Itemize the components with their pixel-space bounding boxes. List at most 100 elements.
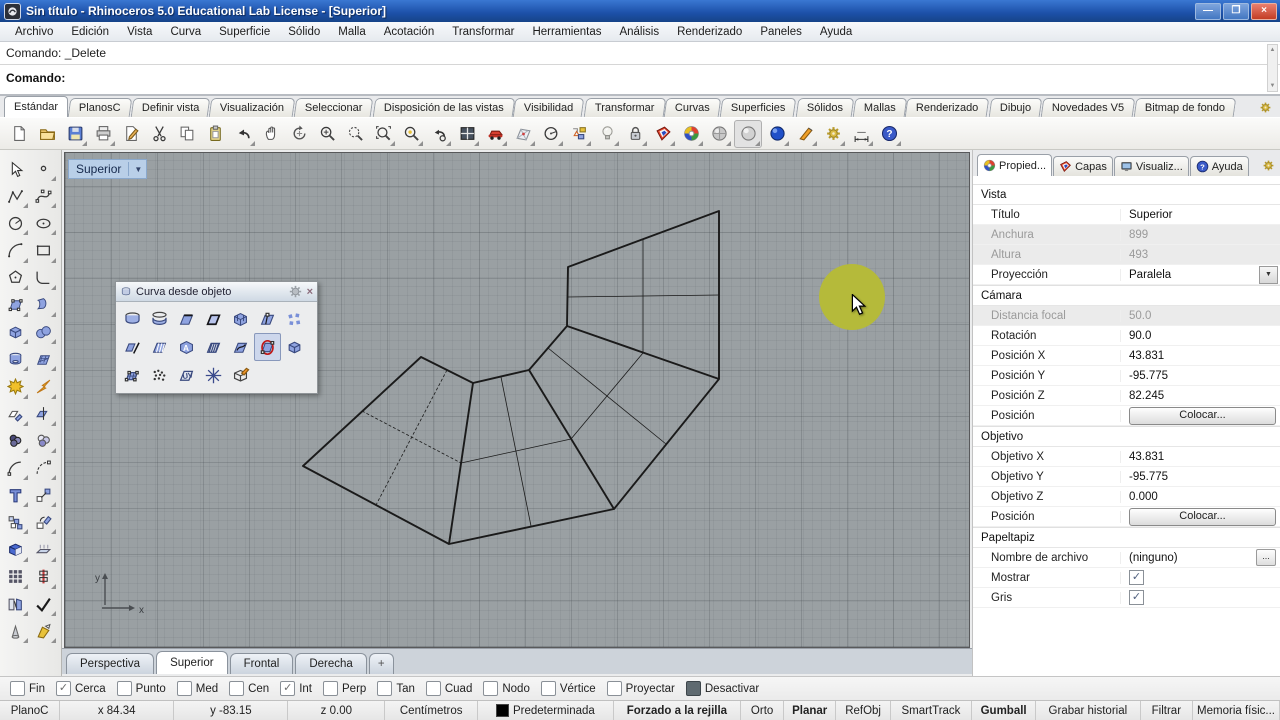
menu-paneles[interactable]: Paneles xyxy=(751,24,811,40)
sphere-gray-icon[interactable] xyxy=(706,121,732,147)
pull-curve-icon[interactable] xyxy=(146,305,173,333)
extract-wireframe-icon[interactable] xyxy=(227,305,254,333)
layers-fin-icon[interactable] xyxy=(650,121,676,147)
status-centimetros[interactable]: Centímetros xyxy=(385,701,479,720)
osnap-cuad[interactable]: Cuad xyxy=(425,681,472,696)
menu-ayuda[interactable]: Ayuda xyxy=(811,24,861,40)
property-value[interactable]: Paralela ▼ xyxy=(1121,265,1280,284)
menu-herramientas[interactable]: Herramientas xyxy=(523,24,610,40)
sketch-cube-icon[interactable] xyxy=(227,361,254,389)
osnap-nodo[interactable]: Nodo xyxy=(483,681,530,696)
osnap-cen[interactable]: Cen xyxy=(229,681,269,696)
print-icon[interactable] xyxy=(90,121,116,147)
osnap-med[interactable]: Med xyxy=(176,681,218,696)
undo-icon[interactable] xyxy=(230,121,256,147)
checkbox[interactable] xyxy=(606,681,622,696)
toolbar-tab-seleccionar[interactable]: Seleccionar xyxy=(293,98,374,117)
menu-solido[interactable]: Sólido xyxy=(279,24,329,40)
curve-on-surface-icon[interactable] xyxy=(227,333,254,361)
check-icon[interactable] xyxy=(31,591,57,617)
status-z-0-00[interactable]: z 0.00 xyxy=(288,701,386,720)
checkbox[interactable] xyxy=(425,681,441,696)
sphere-blue-icon[interactable] xyxy=(764,121,790,147)
menu-renderizado[interactable]: Renderizado xyxy=(668,24,751,40)
undo-view-icon[interactable] xyxy=(426,121,452,147)
contour-icon[interactable] xyxy=(146,333,173,361)
property-value[interactable]: 90.0 xyxy=(1121,330,1280,342)
curve-fillet-icon[interactable] xyxy=(3,455,29,481)
status-filtrar[interactable]: Filtrar xyxy=(1141,701,1194,720)
toolbar-tab-novedades-v5[interactable]: Novedades V5 xyxy=(1040,98,1136,117)
duplicate-border-icon[interactable] xyxy=(200,305,227,333)
checkbox[interactable] xyxy=(377,681,393,696)
rotate-view-icon[interactable] xyxy=(286,121,312,147)
status-predeterminada[interactable]: Predeterminada xyxy=(478,701,614,720)
help-icon[interactable]: ? xyxy=(876,121,902,147)
toolbar-tab-mallas[interactable]: Mallas xyxy=(852,98,907,117)
viewport-superior[interactable]: Superior ▼ y x xyxy=(64,152,970,648)
uv-curves-icon[interactable]: UV xyxy=(173,361,200,389)
checkbox[interactable] xyxy=(116,681,132,696)
toolbar-tab-sólidos[interactable]: Sólidos xyxy=(795,98,854,117)
rotate-tool-icon[interactable] xyxy=(31,509,57,535)
curvature-star-icon[interactable] xyxy=(200,361,227,389)
checkbox[interactable]: ✓ xyxy=(280,681,296,696)
circle-tool-icon[interactable] xyxy=(3,210,29,236)
status-refobj[interactable]: RefObj xyxy=(836,701,891,720)
rectangle-tool-icon[interactable] xyxy=(31,238,57,264)
trim-icon[interactable] xyxy=(3,401,29,427)
palette-gear-icon[interactable] xyxy=(289,285,302,298)
copy-tool-icon[interactable] xyxy=(3,509,29,535)
command-input[interactable]: Comando: xyxy=(0,65,1280,93)
osnap-punto[interactable]: Punto xyxy=(116,681,166,696)
toolbar-tab-superficies[interactable]: Superficies xyxy=(719,98,797,117)
panel-tab-ayuda[interactable]: ? Ayuda xyxy=(1189,156,1249,176)
revolve-surface-icon[interactable] xyxy=(3,346,29,372)
control-curve-icon[interactable] xyxy=(31,183,57,209)
checkbox[interactable] xyxy=(323,681,339,696)
dimension-icon[interactable] xyxy=(848,121,874,147)
panel-gear-icon[interactable] xyxy=(1262,159,1275,172)
pan-icon[interactable] xyxy=(258,121,284,147)
checkbox[interactable] xyxy=(483,681,499,696)
visibility-boom-icon[interactable] xyxy=(31,374,57,400)
lasso-select-icon[interactable] xyxy=(31,618,57,644)
split-icon[interactable] xyxy=(31,401,57,427)
polygon-tool-icon[interactable] xyxy=(3,265,29,291)
status-y-83-15[interactable]: y -83.15 xyxy=(174,701,289,720)
chevron-down-icon[interactable]: ▼ xyxy=(132,165,144,174)
select-icon[interactable] xyxy=(3,156,29,182)
osnap-perp[interactable]: Perp xyxy=(323,681,366,696)
points-from-object-icon[interactable] xyxy=(281,305,308,333)
gris-checkbox[interactable]: ✓ xyxy=(1129,590,1144,605)
menu-archivo[interactable]: Archivo xyxy=(6,24,62,40)
curved-surface-icon[interactable] xyxy=(31,292,57,318)
extend-curve-icon[interactable] xyxy=(31,455,57,481)
viewport-tab-frontal[interactable]: Frontal xyxy=(229,653,294,674)
checkbox[interactable] xyxy=(176,681,192,696)
point-icon[interactable] xyxy=(31,156,57,182)
osnap-fin[interactable]: Fin xyxy=(10,681,45,696)
status-grabar-historial[interactable]: Grabar historial xyxy=(1036,701,1141,720)
toolbar-tab-disposición-de-las-vistas[interactable]: Disposición de las vistas xyxy=(372,98,515,117)
property-value[interactable]: Colocar... xyxy=(1121,507,1280,527)
zoom-in-icon[interactable] xyxy=(314,121,340,147)
panel-tab-propied[interactable]: Propied... xyxy=(977,154,1053,176)
status-x-84-34[interactable]: x 84.34 xyxy=(60,701,175,720)
toolbar-tab-renderizado[interactable]: Renderizado xyxy=(905,98,991,117)
viewport-layout-icon[interactable] xyxy=(454,121,480,147)
viewport-tab-perspectiva[interactable]: Perspectiva xyxy=(66,653,155,674)
explode-icon[interactable] xyxy=(3,374,29,400)
scroll-down-icon[interactable]: ▼ xyxy=(1268,82,1277,90)
car-icon[interactable] xyxy=(482,121,508,147)
status-orto[interactable]: Orto xyxy=(741,701,784,720)
extract-isocurve-icon[interactable] xyxy=(254,305,281,333)
align-center-icon[interactable] xyxy=(31,564,57,590)
panel-tab-visualiz[interactable]: Visualiz... xyxy=(1113,156,1189,176)
checkbox[interactable]: ✓ xyxy=(55,681,71,696)
property-value[interactable]: (ninguno)... xyxy=(1121,549,1280,566)
command-scrollbar[interactable]: ▲ ▼ xyxy=(1267,44,1278,92)
section-icon[interactable] xyxy=(119,333,146,361)
property-value[interactable]: 43.831 xyxy=(1121,451,1280,463)
osnap-cerca[interactable]: ✓ Cerca xyxy=(55,681,106,696)
